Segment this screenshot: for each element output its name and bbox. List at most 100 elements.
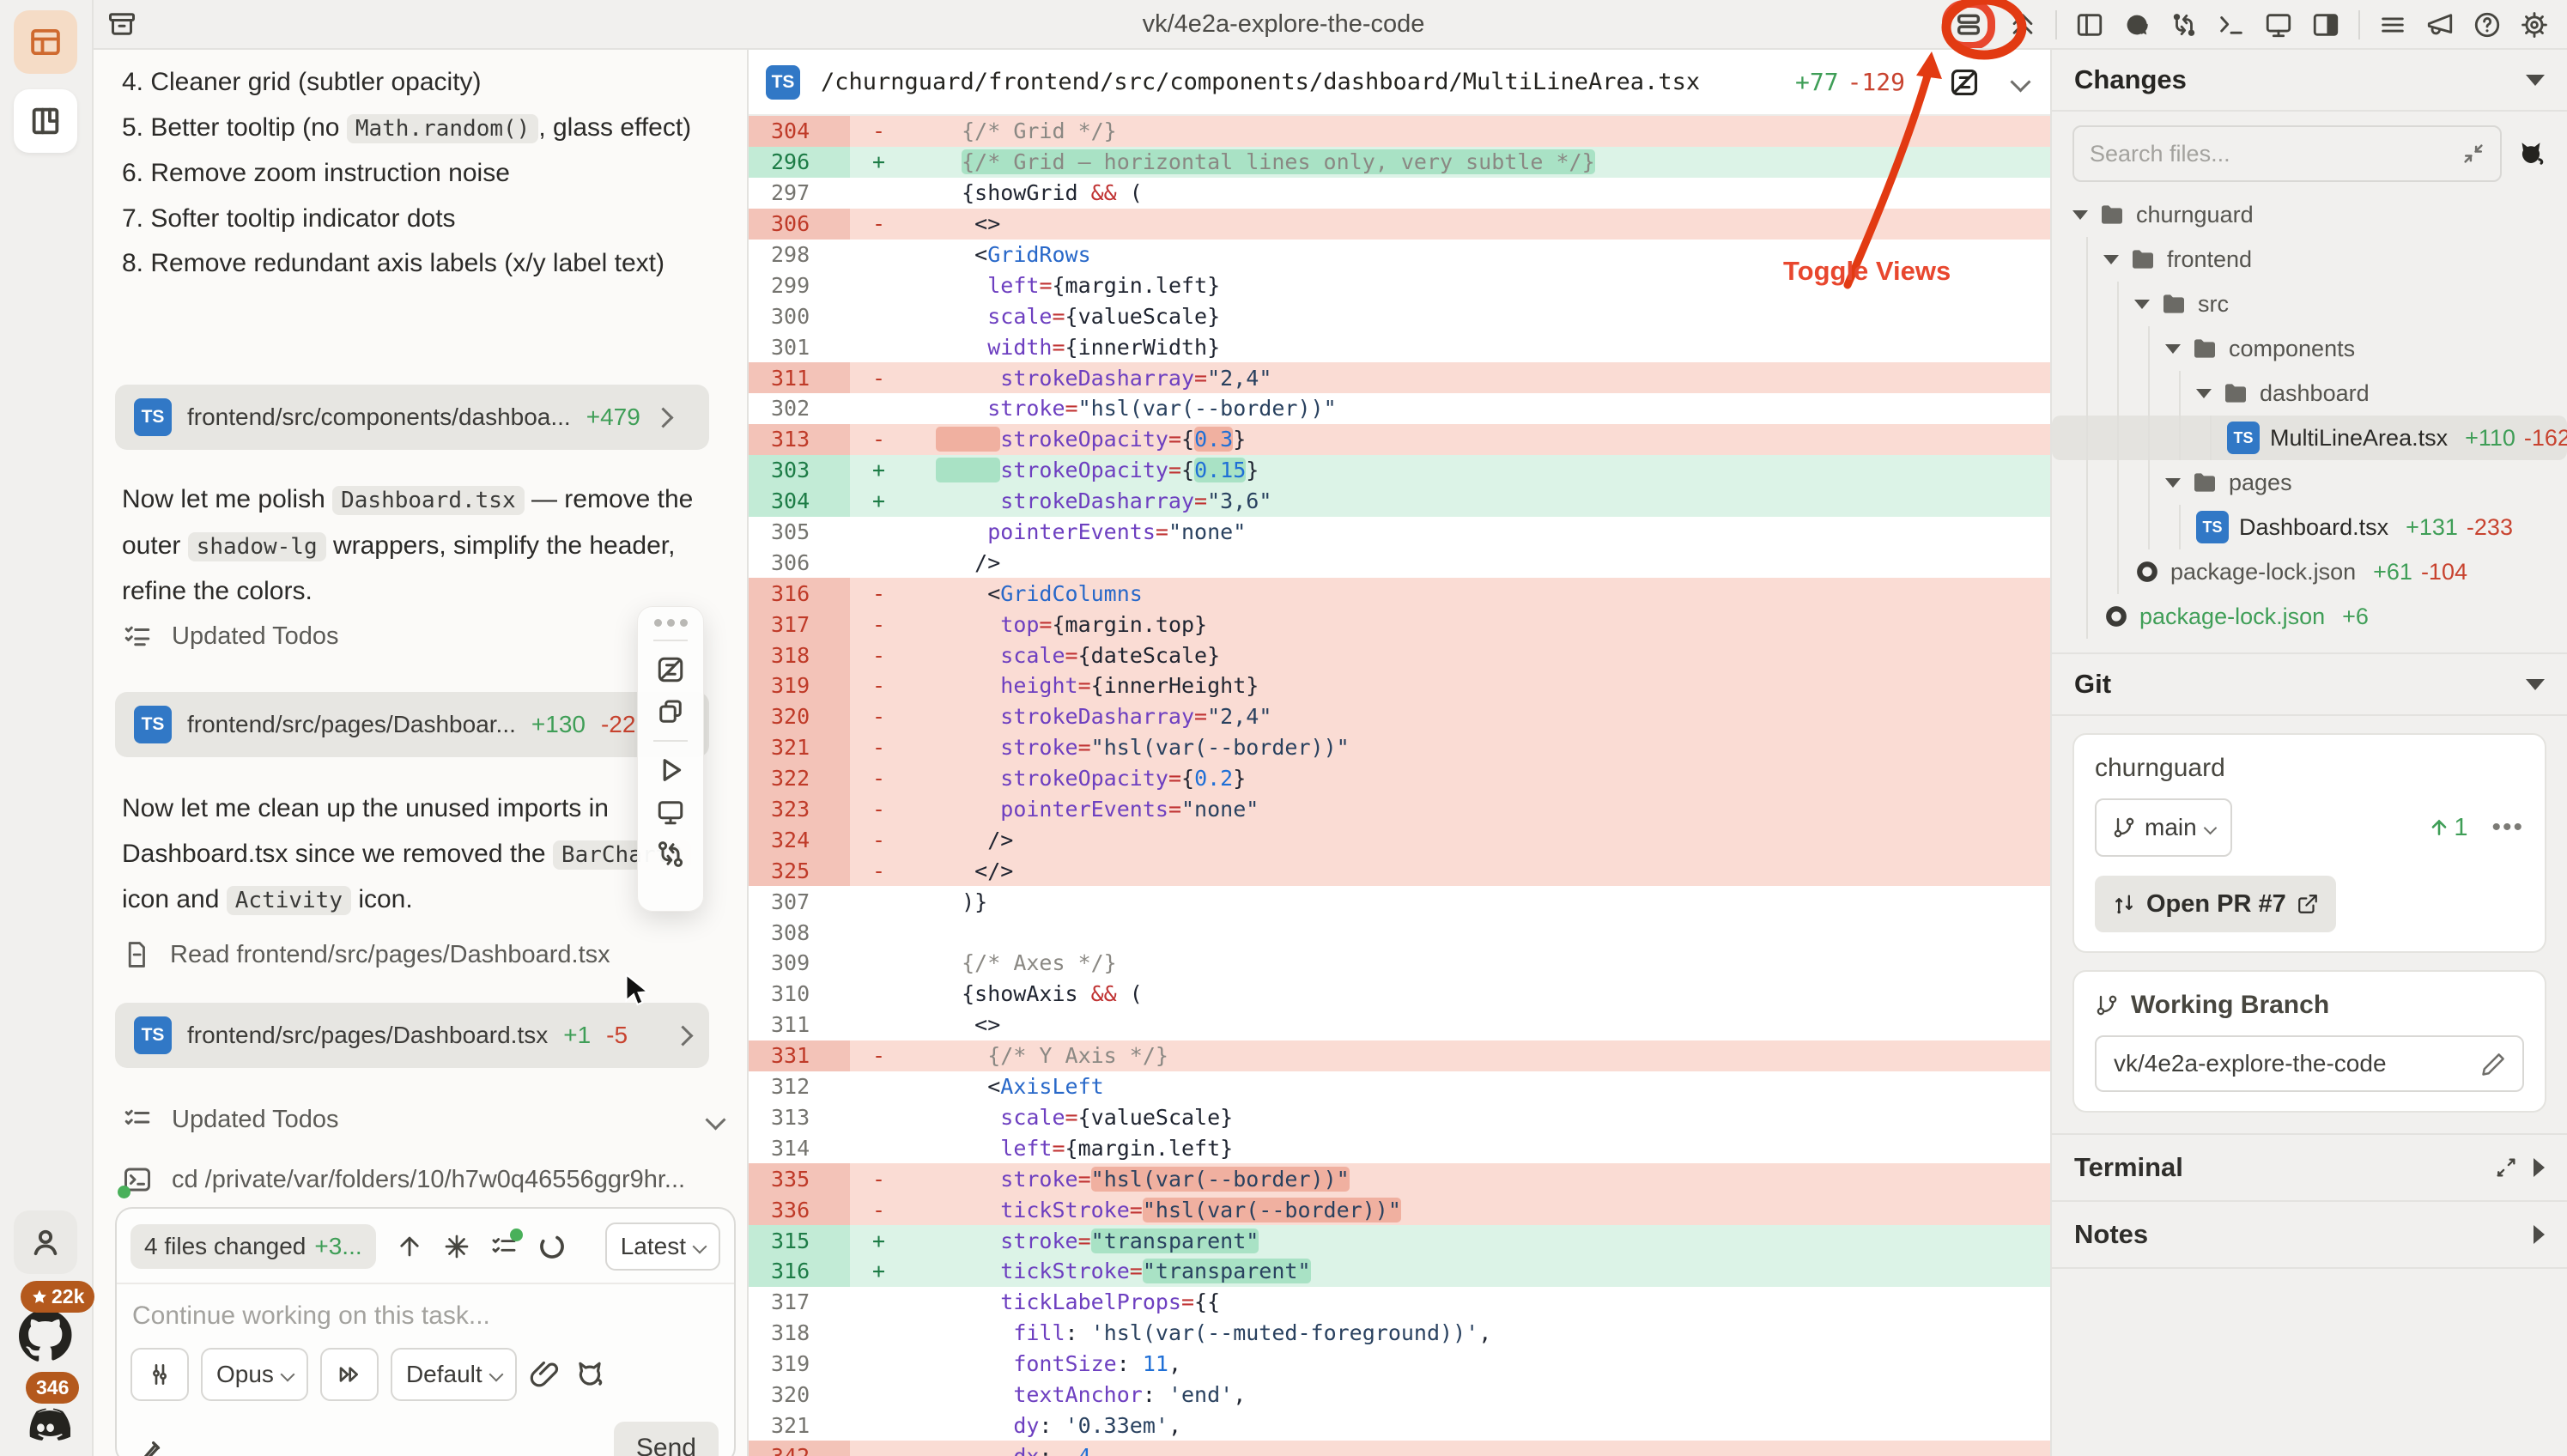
git-section-header[interactable]: Git: [2052, 652, 2567, 716]
git-compare-icon[interactable]: [2170, 10, 2199, 39]
tree-item-package-lock-json[interactable]: package-lock.json+6: [2052, 594, 2567, 639]
diff-row: 296+ {/* Grid — horizontal lines only, v…: [749, 147, 2050, 178]
help-icon[interactable]: [2473, 10, 2502, 39]
composer-input[interactable]: Continue working on this task...: [117, 1284, 734, 1338]
composer-actions: Opus Default: [117, 1338, 734, 1401]
caret-right-icon: [2534, 1158, 2545, 1177]
pen-icon[interactable]: [130, 1437, 165, 1456]
open-pr-button[interactable]: Open PR #7: [2095, 876, 2336, 932]
attachment-icon[interactable]: [529, 1358, 561, 1391]
external-link-icon: [2297, 893, 2319, 915]
git-compare-icon[interactable]: [655, 839, 686, 870]
monitor-icon[interactable]: [2264, 10, 2293, 39]
gear-icon[interactable]: [2520, 10, 2549, 39]
search-box[interactable]: [2072, 125, 2502, 182]
changes-section-header[interactable]: Changes: [2052, 50, 2567, 112]
file-change-chip[interactable]: TS frontend/src/pages/Dashboard.tsx +1 -…: [115, 1003, 709, 1068]
todo-list-icon[interactable]: [489, 1232, 519, 1261]
todo-update-row[interactable]: Updated Todos: [122, 1104, 723, 1135]
working-branch-field[interactable]: [2095, 1035, 2524, 1092]
diff-row: 324- />: [749, 824, 2050, 855]
send-button[interactable]: Send: [614, 1422, 719, 1456]
tree-item-churnguard[interactable]: churnguard: [2052, 192, 2567, 237]
diff-row: 317 tickLabelProps={{: [749, 1287, 2050, 1318]
commits-ahead: 1: [2428, 814, 2467, 842]
tree-item-dashboard-tsx[interactable]: TSDashboard.tsx+131-233: [2052, 505, 2567, 549]
model-selector[interactable]: Opus: [201, 1348, 308, 1401]
caret-down-icon: [2196, 389, 2212, 398]
file-change-chip[interactable]: TS frontend/src/components/dashboa... +4…: [115, 385, 709, 450]
diff-row: 305 pointerEvents="none": [749, 517, 2050, 548]
spark-icon[interactable]: [443, 1233, 470, 1260]
file-change-chip[interactable]: TS frontend/src/pages/Dashboar... +130 -…: [115, 692, 709, 757]
more-options-icon[interactable]: •••: [2491, 813, 2524, 842]
chevron-down-icon: [489, 1368, 503, 1382]
tree-item-frontend[interactable]: frontend: [2052, 237, 2567, 282]
tree-item-package-lock-json[interactable]: package-lock.json+61-104: [2052, 549, 2567, 594]
diff-row: 308: [749, 917, 2050, 948]
titlebar-actions: [1947, 5, 2549, 45]
diff-row: 311 <>: [749, 1010, 2050, 1040]
checklist-icon: [122, 1104, 153, 1135]
megaphone-icon[interactable]: [2425, 10, 2455, 39]
caret-down-icon: [2526, 679, 2545, 690]
diff-view-icon[interactable]: [1948, 66, 1981, 99]
diff-view-icon[interactable]: [655, 654, 686, 685]
fast-forward-button[interactable]: [320, 1348, 379, 1401]
monitor-icon[interactable]: [655, 797, 686, 828]
expand-icon[interactable]: [2494, 1156, 2518, 1180]
document-icon: [122, 940, 151, 969]
assistant-list: 4. Cleaner grid (subtler opacity) 5. Bet…: [122, 60, 723, 287]
panel-left-icon[interactable]: [2075, 10, 2104, 39]
panel-right-icon[interactable]: [2311, 10, 2340, 39]
list-item: 7. Softer tooltip indicator dots: [122, 197, 723, 242]
diff-row: 311- strokeDasharray="2,4": [749, 362, 2050, 393]
divider: [2055, 10, 2057, 39]
search-input[interactable]: [2088, 140, 2461, 168]
file-label: frontend: [2167, 246, 2252, 273]
notes-section-header[interactable]: Notes: [2052, 1200, 2567, 1267]
diff-row: 319 fontSize: 11,: [749, 1349, 2050, 1380]
branch-selector[interactable]: main: [2095, 798, 2232, 857]
collapse-all-icon[interactable]: [2008, 10, 2037, 39]
kanban-icon: [28, 104, 63, 138]
toggle-views-icon[interactable]: [1942, 0, 1995, 50]
chat-bubble-icon[interactable]: [2122, 10, 2151, 39]
arrow-up-icon[interactable]: [395, 1232, 424, 1261]
diff-row: 321 dy: '0.33em',: [749, 1410, 2050, 1441]
tree-item-multilinearea-tsx[interactable]: TSMultiLineArea.tsx+110-162: [2052, 416, 2567, 460]
edit-pencil-icon[interactable]: [2481, 1051, 2507, 1077]
play-icon[interactable]: [655, 755, 686, 786]
version-selector[interactable]: Latest: [605, 1222, 720, 1271]
chevron-down-icon[interactable]: [2010, 71, 2030, 92]
more-options-icon[interactable]: [654, 619, 688, 627]
folder-icon: [2191, 469, 2218, 496]
typescript-icon: TS: [2196, 511, 2229, 543]
copy-icon[interactable]: [655, 696, 686, 727]
menu-icon[interactable]: [2378, 10, 2407, 39]
terminal-section-header[interactable]: Terminal: [2052, 1133, 2567, 1200]
cat-icon[interactable]: [2515, 138, 2546, 169]
collapse-tree-icon[interactable]: [2461, 141, 2486, 167]
status-dot: [118, 1186, 130, 1198]
rail-item-board[interactable]: [14, 89, 77, 153]
settings-sliders-button[interactable]: [130, 1348, 189, 1401]
terminal-icon[interactable]: [2217, 10, 2246, 39]
tree-item-src[interactable]: src: [2052, 282, 2567, 326]
mode-selector[interactable]: Default: [391, 1348, 517, 1401]
file-label: pages: [2229, 470, 2292, 496]
terminal-command-row[interactable]: cd /private/var/folders/10/h7w0q46556ggr…: [122, 1164, 723, 1195]
todo-update-row[interactable]: Updated Todos: [122, 621, 723, 652]
working-branch-input[interactable]: [2112, 1049, 2481, 1078]
tree-item-dashboard[interactable]: dashboard: [2052, 371, 2567, 416]
rail-item-discord[interactable]: [14, 1396, 77, 1456]
tree-item-pages[interactable]: pages: [2052, 460, 2567, 505]
rail-item-account[interactable]: [14, 1210, 77, 1274]
tree-item-components[interactable]: components: [2052, 326, 2567, 371]
cat-icon[interactable]: [573, 1358, 606, 1391]
diff-row: 331- {/* Y Axis */}: [749, 1040, 2050, 1071]
rail-item-workspace[interactable]: [14, 10, 77, 74]
rail-item-github[interactable]: [14, 1303, 77, 1367]
read-file-row[interactable]: Read frontend/src/pages/Dashboard.tsx: [122, 940, 723, 969]
files-changed-chip[interactable]: 4 files changed +3...: [130, 1224, 376, 1269]
